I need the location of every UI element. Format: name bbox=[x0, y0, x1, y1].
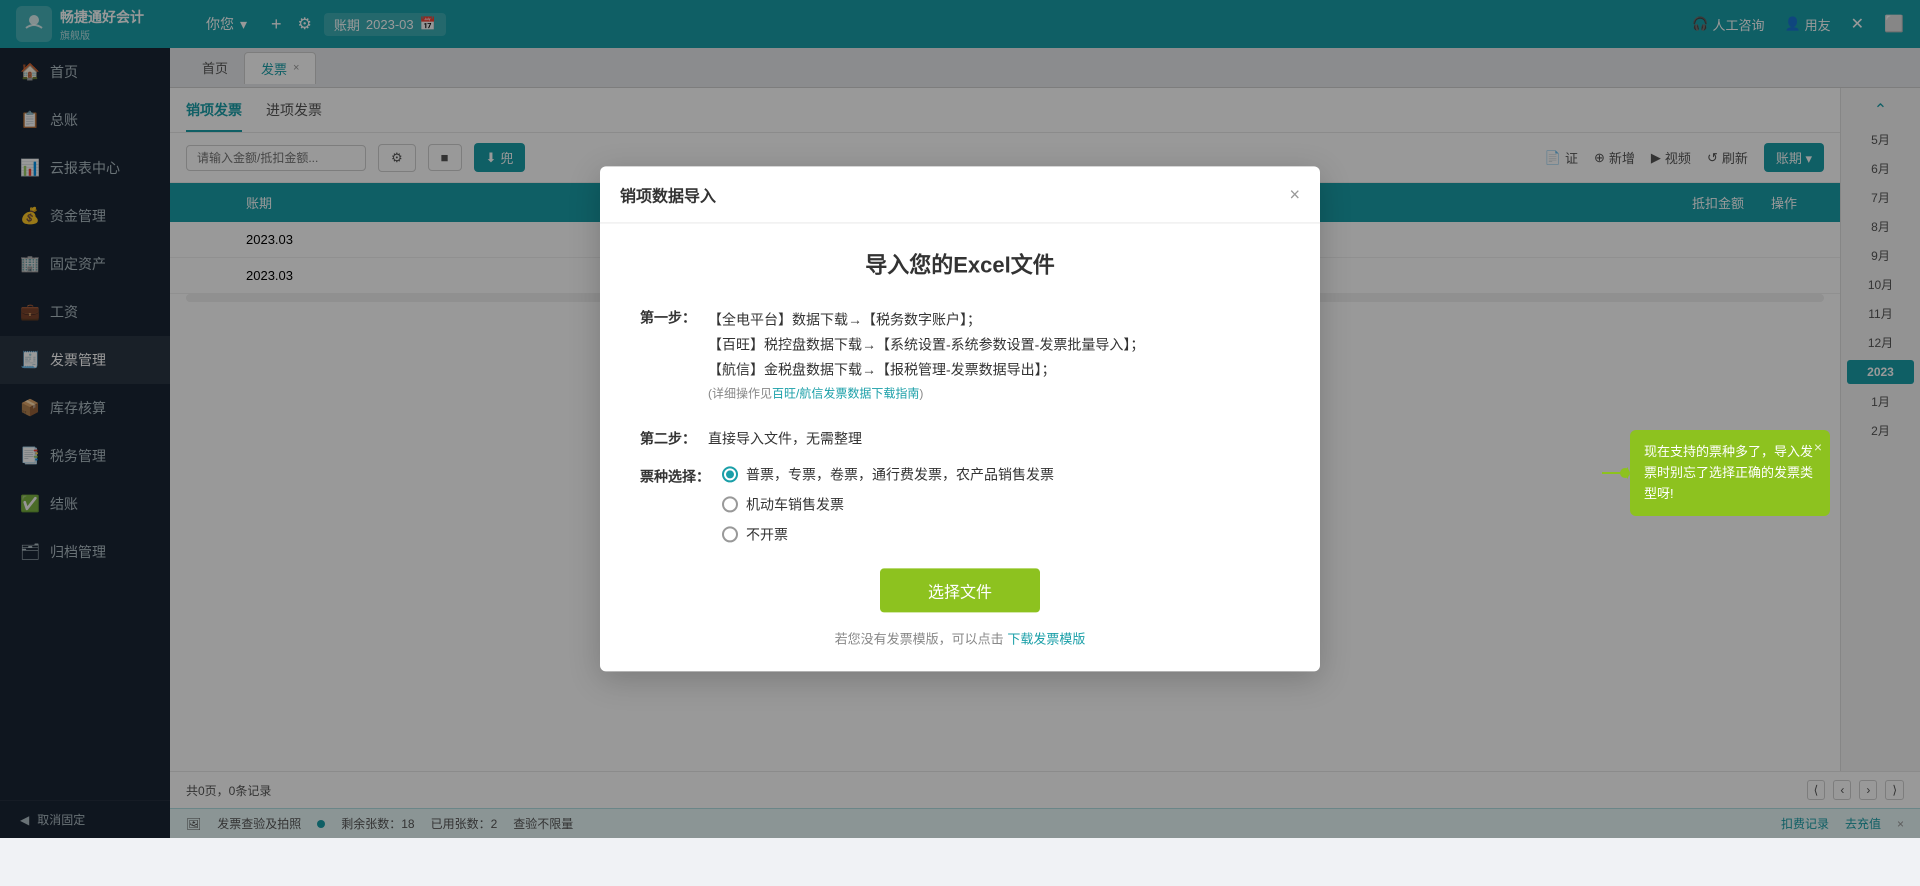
tooltip-close-btn[interactable]: × bbox=[1814, 436, 1822, 458]
tooltip-line bbox=[1602, 472, 1622, 474]
radio-item-1[interactable]: 普票，专票，卷票，通行费发票，农产品销售发票 bbox=[722, 465, 1054, 485]
radio-circle-1 bbox=[722, 467, 738, 483]
modal-main-title: 导入您的Excel文件 bbox=[640, 247, 1280, 279]
step2-row: 第二步： 直接导入文件，无需整理 bbox=[640, 429, 1280, 449]
radio-circle-3 bbox=[722, 527, 738, 543]
step1-row: 第一步： 【全电平台】数据下载→【税务数字账户】； 【百旺】税控盘数据下载→【系… bbox=[640, 307, 1280, 420]
tooltip-text: 现在支持的票种多了，导入发票时别忘了选择正确的发票类型呀! bbox=[1644, 444, 1813, 501]
radio-dot-1 bbox=[726, 471, 734, 479]
modal-header: 销项数据导入 × bbox=[600, 166, 1320, 223]
radio-label-1: 普票，专票，卷票，通行费发票，农产品销售发票 bbox=[746, 465, 1054, 485]
step2-text: 直接导入文件，无需整理 bbox=[708, 429, 862, 449]
step1-line2: 【百旺】税控盘数据下载→【系统设置-系统参数设置-发票批量导入】； bbox=[708, 333, 1144, 358]
radio-circle-2 bbox=[722, 497, 738, 513]
import-modal: 销项数据导入 × 导入您的Excel文件 第一步： 【全电平台】数据下载→【税务… bbox=[600, 166, 1320, 671]
download-note: 若您没有发票模版，可以点击 下载发票模版 bbox=[640, 629, 1280, 648]
download-template-link[interactable]: 下载发票模版 bbox=[1007, 632, 1085, 647]
ticket-select: 票种选择： 普票，专票，卷票，通行费发票，农产品销售发票 机动车销售发票 不开票 bbox=[640, 465, 1280, 545]
step1-label: 第一步： bbox=[640, 307, 696, 420]
radio-label-2: 机动车销售发票 bbox=[746, 495, 844, 515]
step1-line3: 【航信】金税盘数据下载→【报税管理-发票数据导出】； bbox=[708, 358, 1144, 383]
step1-note: (详细操作见百旺/航信发票数据下载指南) bbox=[708, 383, 1144, 405]
modal-close-btn[interactable]: × bbox=[1289, 184, 1300, 205]
tooltip-dot bbox=[1620, 468, 1630, 478]
step2-label: 第二步： bbox=[640, 429, 696, 449]
radio-label-3: 不开票 bbox=[746, 525, 788, 545]
select-file-btn[interactable]: 选择文件 bbox=[880, 569, 1040, 613]
step1-link[interactable]: 百旺/航信发票数据下载指南 bbox=[772, 386, 919, 400]
modal-title: 销项数据导入 bbox=[620, 182, 716, 206]
ticket-label: 票种选择： bbox=[640, 465, 710, 487]
radio-item-2[interactable]: 机动车销售发票 bbox=[722, 495, 1054, 515]
download-note-text: 若您没有发票模版，可以点击 bbox=[835, 632, 1004, 647]
radio-item-3[interactable]: 不开票 bbox=[722, 525, 1054, 545]
step1-line1: 【全电平台】数据下载→【税务数字账户】； bbox=[708, 307, 1144, 332]
tooltip-box: × 现在支持的票种多了，导入发票时别忘了选择正确的发票类型呀! bbox=[1630, 430, 1830, 516]
tooltip-connector bbox=[1602, 468, 1630, 478]
radio-group: 普票，专票，卷票，通行费发票，农产品销售发票 机动车销售发票 不开票 bbox=[722, 465, 1054, 545]
modal-body: 导入您的Excel文件 第一步： 【全电平台】数据下载→【税务数字账户】； 【百… bbox=[600, 223, 1320, 671]
step1-content: 【全电平台】数据下载→【税务数字账户】； 【百旺】税控盘数据下载→【系统设置-系… bbox=[708, 307, 1144, 420]
